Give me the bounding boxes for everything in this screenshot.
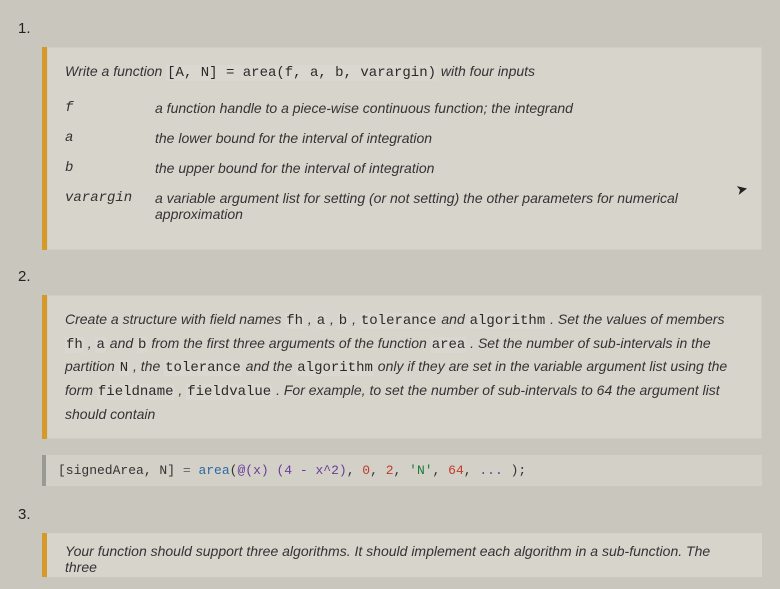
t: ,	[304, 311, 316, 327]
c: fh	[285, 313, 304, 329]
t: and the	[242, 358, 297, 374]
sep: ,	[464, 463, 480, 478]
t: and	[106, 335, 137, 351]
param-desc: the upper bound for the interval of inte…	[155, 160, 744, 176]
param-name: varargin	[65, 190, 155, 206]
code-str: 'N'	[409, 463, 432, 478]
param-desc: a variable argument list for setting (or…	[155, 190, 744, 222]
param-desc: a function handle to a piece-wise contin…	[155, 100, 744, 116]
question-number-2: 2.	[18, 268, 762, 285]
q1-intro-pre: Write a function	[65, 63, 166, 79]
param-row: varargin a variable argument list for se…	[65, 190, 744, 222]
t: ,	[348, 311, 360, 327]
param-desc: the lower bound for the interval of inte…	[155, 130, 744, 146]
t: ,	[84, 335, 96, 351]
question-number-1: 1.	[18, 20, 762, 37]
code-ellipsis: ...	[479, 463, 502, 478]
t: ,	[175, 382, 187, 398]
code-num: 2	[386, 463, 394, 478]
q1-intro-post: with four inputs	[441, 63, 535, 79]
question-3-panel: Your function should support three algor…	[42, 533, 762, 577]
c: fieldname	[97, 384, 175, 400]
c: algorithm	[469, 313, 547, 329]
c: algorithm	[296, 360, 374, 376]
q2-code-example: [signedArea, N] = area(@(x) (4 - x^2), 0…	[42, 455, 762, 486]
sep: ,	[347, 463, 363, 478]
code-num: 64	[448, 463, 464, 478]
code-output-vars: [signedArea, N]	[58, 463, 175, 478]
question-list: 1. Write a function [A, N] = area(f, a, …	[0, 0, 780, 577]
q3-text: Your function should support three algor…	[65, 543, 710, 575]
q1-intro: Write a function [A, N] = area(f, a, b, …	[65, 61, 744, 84]
c: a	[95, 337, 105, 353]
question-2-panel: Create a structure with field names fh ,…	[42, 295, 762, 439]
t: ,	[326, 311, 338, 327]
code-fn: area	[198, 463, 229, 478]
c: tolerance	[360, 313, 438, 329]
param-name: b	[65, 160, 155, 176]
code-num: 0	[362, 463, 370, 478]
param-name: a	[65, 130, 155, 146]
c: fieldvalue	[186, 384, 272, 400]
c: a	[316, 313, 326, 329]
q1-intro-code: [A, N] = area(f, a, b, varargin)	[166, 65, 437, 81]
c: N	[119, 360, 129, 376]
t: . Set the values of members	[546, 311, 724, 327]
t: from the first three arguments of the fu…	[147, 335, 430, 351]
code-close: );	[503, 463, 526, 478]
c: area	[431, 337, 467, 353]
t: , the	[129, 358, 164, 374]
sep: ,	[433, 463, 449, 478]
t: and	[437, 311, 468, 327]
code-eq: =	[175, 463, 198, 478]
c: fh	[65, 337, 84, 353]
param-row: f a function handle to a piece-wise cont…	[65, 100, 744, 116]
param-row: a the lower bound for the interval of in…	[65, 130, 744, 146]
c: b	[338, 313, 348, 329]
sep: ,	[394, 463, 410, 478]
question-1-panel: Write a function [A, N] = area(f, a, b, …	[42, 47, 762, 250]
code-anon: @(x) (4 - x^2)	[237, 463, 346, 478]
t: Create a structure with field names	[65, 311, 285, 327]
c: tolerance	[164, 360, 242, 376]
question-number-3: 3.	[18, 506, 762, 523]
param-name: f	[65, 100, 155, 116]
c: b	[137, 337, 147, 353]
q2-body: Create a structure with field names fh ,…	[65, 309, 744, 425]
sep: ,	[370, 463, 386, 478]
param-row: b the upper bound for the interval of in…	[65, 160, 744, 176]
